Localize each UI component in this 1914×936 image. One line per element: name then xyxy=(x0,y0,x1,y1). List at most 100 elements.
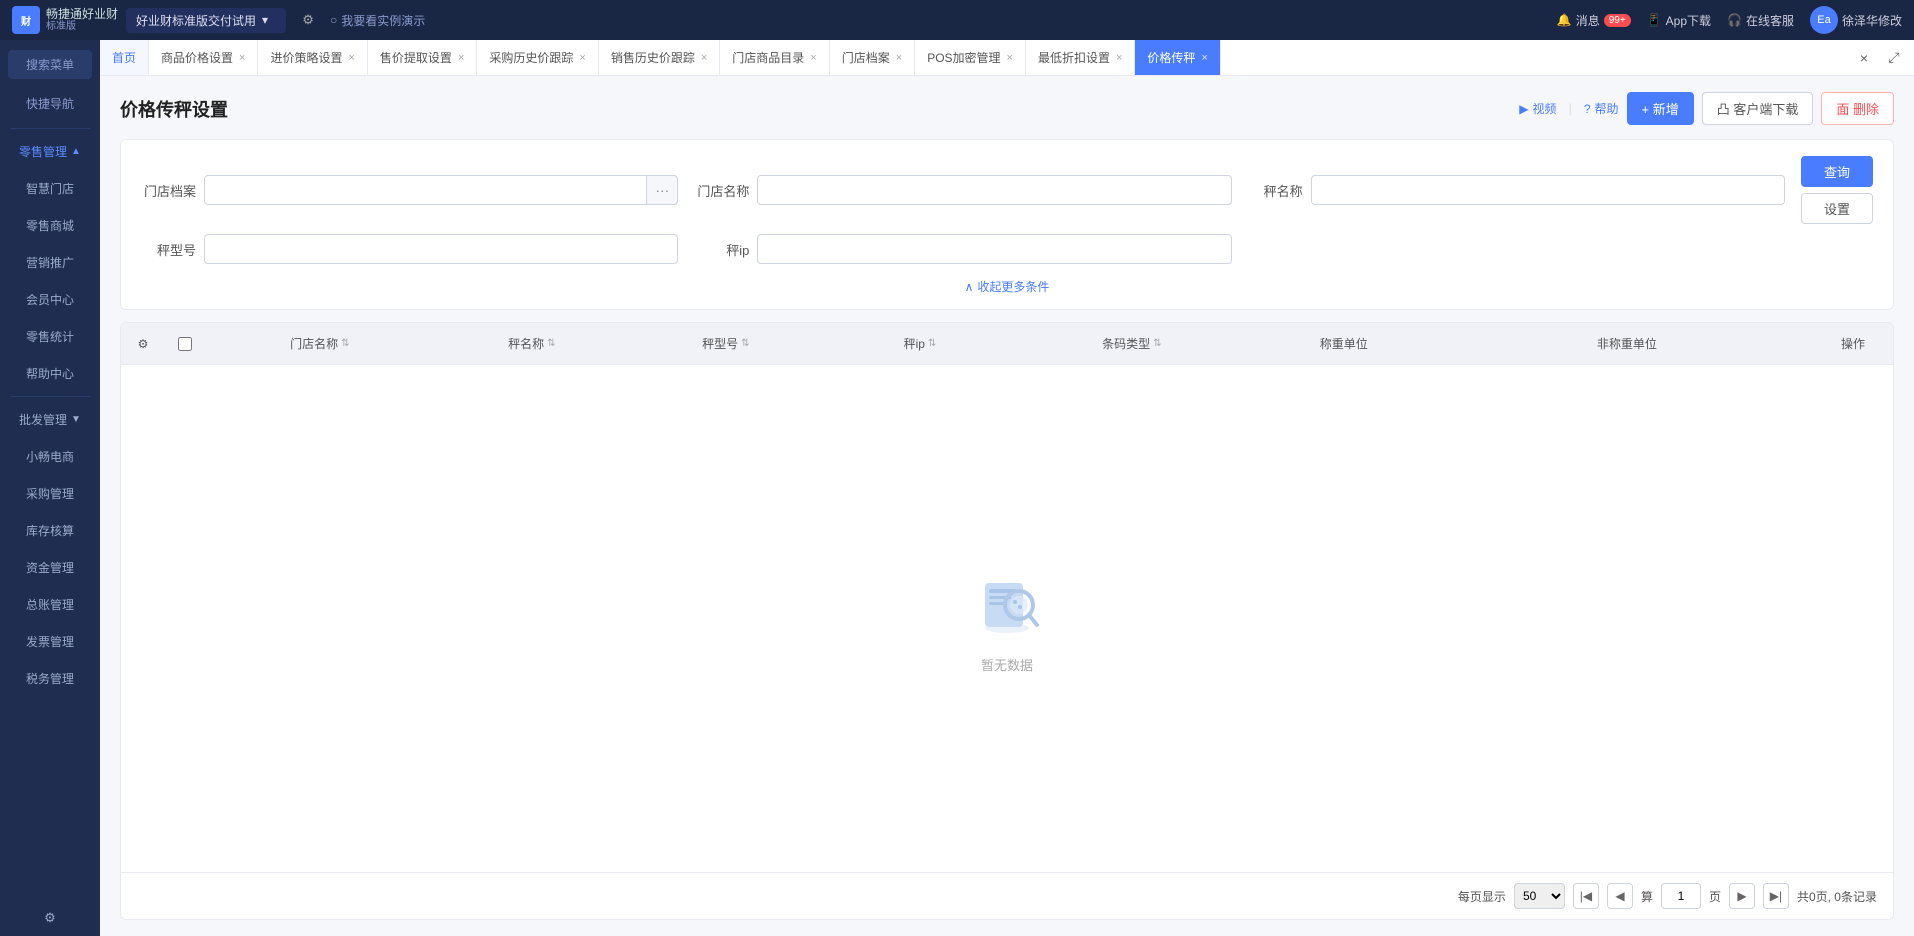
messages-btn[interactable]: 🔔 消息 99+ xyxy=(1557,12,1631,29)
tab-min-discount-close[interactable]: × xyxy=(1116,52,1122,64)
sidebar-item-tax-manage[interactable]: 税务管理 xyxy=(0,660,100,697)
user-area[interactable]: Ea 徐泽华修改 xyxy=(1810,6,1902,34)
sidebar-label-tax-manage: 税务管理 xyxy=(26,670,74,687)
tab-goods-price[interactable]: 商品价格设置 × xyxy=(149,40,258,76)
tab-purchase-strategy[interactable]: 进价策略设置 × xyxy=(258,40,367,76)
th-scale-ip-label: 秤ip xyxy=(904,335,925,352)
tab-pos-manage-close[interactable]: × xyxy=(1007,52,1013,64)
scale-name-label: 秤名称 xyxy=(1248,181,1303,200)
per-page-label: 每页显示 xyxy=(1458,888,1506,905)
th-scale-model[interactable]: 秤型号 ⇅ xyxy=(629,335,823,352)
sidebar-item-general-ledger[interactable]: 总账管理 xyxy=(0,586,100,623)
chevron-up-icon-form: ∧ xyxy=(965,280,974,294)
setting-btn[interactable]: 设置 xyxy=(1801,193,1873,224)
sidebar-item-capital-manage[interactable]: 资金管理 xyxy=(0,549,100,586)
sidebar-search-btn[interactable]: 搜索菜单 xyxy=(8,50,92,79)
select-all-checkbox[interactable] xyxy=(178,337,192,351)
th-store-label: 门店名称 xyxy=(290,335,338,352)
app-download-btn[interactable]: 📱 App下载 xyxy=(1647,12,1711,29)
sidebar-quicknav-btn[interactable]: 快捷导航 xyxy=(0,89,100,118)
store-name-input[interactable] xyxy=(757,175,1231,205)
tab-close-btn[interactable]: × xyxy=(1852,46,1876,70)
video-link[interactable]: ▶ 视频 xyxy=(1519,100,1556,117)
chevron-down-icon-wholesale: ▼ xyxy=(71,414,81,425)
prev-page-btn[interactable]: ◀ xyxy=(1607,883,1633,909)
tab-home-label: 首页 xyxy=(112,49,136,66)
scale-model-input[interactable] xyxy=(204,234,678,264)
sidebar-item-invoice-manage[interactable]: 发票管理 xyxy=(0,623,100,660)
first-page-btn[interactable]: |◀ xyxy=(1573,883,1599,909)
tab-min-discount-label: 最低折扣设置 xyxy=(1038,49,1110,66)
per-page-select[interactable]: 20 50 100 xyxy=(1514,883,1565,909)
tab-store-archive-close[interactable]: × xyxy=(896,52,902,64)
top-bar-right: 🔔 消息 99+ 📱 App下载 🎧 在线客服 Ea 徐泽华修改 xyxy=(1557,6,1902,34)
pagination-info: 共0页, 0条记录 xyxy=(1797,888,1877,905)
delete-button[interactable]: 面 删除 xyxy=(1821,92,1894,125)
store-archive-input[interactable] xyxy=(204,175,647,205)
sidebar-item-wholesale-manage[interactable]: 批发管理 ▼ xyxy=(0,401,100,438)
tab-min-discount[interactable]: 最低折扣设置 × xyxy=(1026,40,1135,76)
scale-ip-input[interactable] xyxy=(757,234,1231,264)
sidebar-item-member-center[interactable]: 会员中心 xyxy=(0,281,100,318)
scale-name-input[interactable] xyxy=(1311,175,1785,205)
help-link[interactable]: ? 帮助 xyxy=(1584,100,1619,117)
tab-sale-history[interactable]: 销售历史价跟踪 × xyxy=(599,40,720,76)
last-page-btn[interactable]: ▶| xyxy=(1763,883,1789,909)
add-button[interactable]: + 新增 xyxy=(1627,92,1694,125)
th-scale-name[interactable]: 秤名称 ⇅ xyxy=(435,335,629,352)
demo-btn[interactable]: ○ 我要看实例演示 xyxy=(330,12,425,29)
tab-purchase-strategy-close[interactable]: × xyxy=(348,52,354,64)
th-settings[interactable]: ⚙ xyxy=(121,337,165,351)
store-archive-input-group: ··· xyxy=(204,175,678,205)
search-btn[interactable]: 查询 xyxy=(1801,156,1873,187)
download-button[interactable]: 凸 客户端下载 xyxy=(1702,92,1814,125)
tab-pos-manage[interactable]: POS加密管理 × xyxy=(915,40,1026,76)
collapse-btn[interactable]: ∧ 收起更多条件 xyxy=(965,274,1050,299)
sidebar-label-retail-stats: 零售统计 xyxy=(26,328,74,345)
online-service-btn[interactable]: 🎧 在线客服 xyxy=(1727,12,1794,29)
th-checkbox[interactable] xyxy=(165,337,205,351)
page-title: 价格传秤设置 xyxy=(120,96,228,122)
page-input[interactable] xyxy=(1661,883,1701,909)
next-page-btn[interactable]: ▶ xyxy=(1729,883,1755,909)
tab-store-goods[interactable]: 门店商品目录 × xyxy=(720,40,829,76)
tab-purchase-history[interactable]: 采购历史价跟踪 × xyxy=(477,40,598,76)
tab-pos-manage-label: POS加密管理 xyxy=(927,49,1000,66)
search-form: 门店档案 ··· 门店名称 秤名称 xyxy=(120,139,1894,310)
chevron-up-icon: ▲ xyxy=(71,146,81,157)
tab-sale-extract-close[interactable]: × xyxy=(458,52,464,64)
tab-purchase-history-close[interactable]: × xyxy=(579,52,585,64)
tab-home[interactable]: 首页 xyxy=(100,40,149,76)
sidebar-item-retail-mall[interactable]: 零售商城 xyxy=(0,207,100,244)
app-body: 搜索菜单 快捷导航 零售管理 ▲ 智慧门店 零售商城 营销推广 会员中心 xyxy=(0,40,1914,936)
sidebar-label-general-ledger: 总账管理 xyxy=(26,596,74,613)
tab-sale-history-close[interactable]: × xyxy=(701,52,707,64)
sidebar-item-marketing[interactable]: 营销推广 xyxy=(0,244,100,281)
th-scale-ip[interactable]: 秤ip ⇅ xyxy=(823,335,1017,352)
settings-icon-btn[interactable]: ⚙ xyxy=(294,6,322,34)
sidebar-item-xiaochang-ec[interactable]: 小畅电商 xyxy=(0,438,100,475)
sidebar-settings-btn[interactable]: ⚙ xyxy=(0,900,100,936)
sidebar-item-purchase-manage[interactable]: 采购管理 xyxy=(0,475,100,512)
tab-store-archive[interactable]: 门店档案 × xyxy=(830,40,915,76)
th-store[interactable]: 门店名称 ⇅ xyxy=(205,335,435,352)
sidebar-label-help-center: 帮助中心 xyxy=(26,365,74,382)
tab-price-scale[interactable]: 价格传秤 × xyxy=(1135,40,1220,76)
logo-icon: 财 xyxy=(12,6,40,34)
sidebar-item-smart-store[interactable]: 智慧门店 xyxy=(0,170,100,207)
product-selector[interactable]: 好业财标准版交付试用 ▾ xyxy=(126,8,286,33)
sidebar-item-inventory[interactable]: 库存核算 xyxy=(0,512,100,549)
sidebar-item-retail-stats[interactable]: 零售统计 xyxy=(0,318,100,355)
tab-goods-price-close[interactable]: × xyxy=(239,52,245,64)
tab-store-goods-close[interactable]: × xyxy=(810,52,816,64)
form-row-1: 门店档案 ··· 门店名称 秤名称 xyxy=(141,156,1873,224)
sidebar-item-help-center[interactable]: 帮助中心 xyxy=(0,355,100,392)
sidebar-label-smart-store: 智慧门店 xyxy=(26,180,74,197)
store-archive-picker-btn[interactable]: ··· xyxy=(647,175,678,205)
sidebar-item-retail-manage[interactable]: 零售管理 ▲ xyxy=(0,133,100,170)
tab-price-scale-close[interactable]: × xyxy=(1201,52,1207,64)
tab-sale-extract[interactable]: 售价提取设置 × xyxy=(368,40,477,76)
top-bar-left: 财 畅捷通好业财 标准版 好业财标准版交付试用 ▾ ⚙ ○ 我要看实例演示 xyxy=(12,6,425,34)
tab-expand-btn[interactable]: ⤢ xyxy=(1882,46,1906,70)
th-barcode[interactable]: 条码类型 ⇅ xyxy=(1017,335,1247,352)
